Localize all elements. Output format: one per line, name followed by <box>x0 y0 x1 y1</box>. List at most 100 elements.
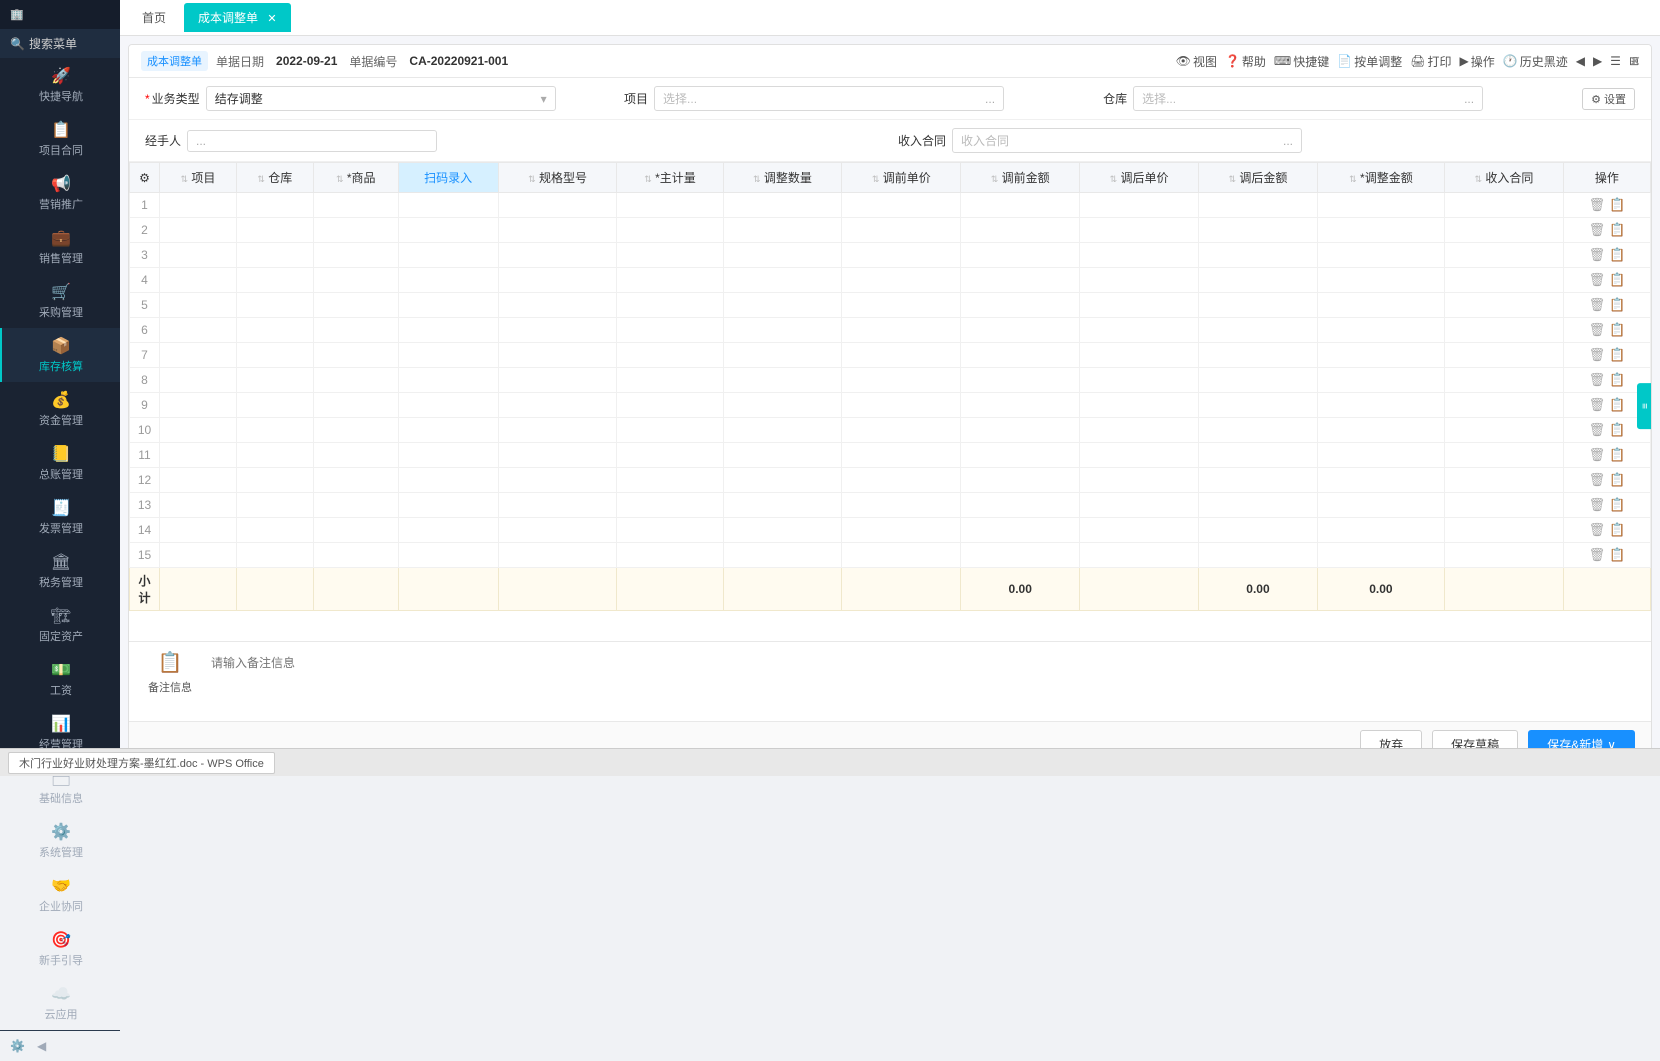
copy-icon-1[interactable]: 📋 <box>1609 197 1625 213</box>
col-project[interactable]: ⇅ 项目 <box>160 163 237 193</box>
handler-input[interactable]: ... <box>187 130 437 152</box>
cell-11-2[interactable] <box>236 443 313 468</box>
cell-13-9[interactable] <box>961 493 1080 518</box>
cell-5-1[interactable] <box>160 293 237 318</box>
cell-5-2[interactable] <box>236 293 313 318</box>
cell-3-2[interactable] <box>236 243 313 268</box>
col-settings[interactable]: ⚙ <box>130 163 160 193</box>
cell-2-11[interactable] <box>1199 218 1318 243</box>
cell-7-12[interactable] <box>1317 343 1444 368</box>
cell-15-4[interactable] <box>398 543 498 568</box>
cell-10-5[interactable] <box>498 418 617 443</box>
cell-9-5[interactable] <box>498 393 617 418</box>
cell-2-8[interactable] <box>842 218 961 243</box>
cell-13-3[interactable] <box>313 493 398 518</box>
delete-icon-11[interactable]: 🗑 <box>1589 447 1606 463</box>
copy-icon-15[interactable]: 📋 <box>1609 547 1625 563</box>
cell-14-2[interactable] <box>236 518 313 543</box>
col-post-amount[interactable]: ⇅ 调后金额 <box>1199 163 1318 193</box>
cell-2-10[interactable] <box>1080 218 1199 243</box>
cell-6-3[interactable] <box>313 318 398 343</box>
cell-2-4[interactable] <box>398 218 498 243</box>
cell-15-2[interactable] <box>236 543 313 568</box>
cell-2-12[interactable] <box>1317 218 1444 243</box>
cell-4-11[interactable] <box>1199 268 1318 293</box>
cell-2-13[interactable] <box>1444 218 1563 243</box>
delete-icon-13[interactable]: 🗑 <box>1589 497 1606 513</box>
cell-9-4[interactable] <box>398 393 498 418</box>
cell-4-2[interactable] <box>236 268 313 293</box>
cell-4-3[interactable] <box>313 268 398 293</box>
doc-close-btn[interactable]: ✕ <box>1629 53 1641 70</box>
cell-10-9[interactable] <box>961 418 1080 443</box>
cell-6-11[interactable] <box>1199 318 1318 343</box>
nav-prev[interactable]: ◀ <box>1576 54 1585 68</box>
cell-4-8[interactable] <box>842 268 961 293</box>
cell-8-13[interactable] <box>1444 368 1563 393</box>
cell-13-1[interactable] <box>160 493 237 518</box>
cell-4-4[interactable] <box>398 268 498 293</box>
project-input[interactable]: 选择... ... <box>654 86 1004 111</box>
cell-14-11[interactable] <box>1199 518 1318 543</box>
col-post-price[interactable]: ⇅ 调后单价 <box>1080 163 1199 193</box>
delete-icon-14[interactable]: 🗑 <box>1589 522 1606 538</box>
cell-11-8[interactable] <box>842 443 961 468</box>
cell-6-9[interactable] <box>961 318 1080 343</box>
cell-7-10[interactable] <box>1080 343 1199 368</box>
delete-icon-15[interactable]: 🗑 <box>1589 547 1606 563</box>
col-pre-price[interactable]: ⇅ 调前单价 <box>842 163 961 193</box>
sidebar-item-tax-mgmt[interactable]: 🏛税务管理 <box>0 544 120 598</box>
cell-1-13[interactable] <box>1444 193 1563 218</box>
sidebar-item-sales-mgmt[interactable]: 💼销售管理 <box>0 220 120 274</box>
delete-icon-1[interactable]: 🗑 <box>1589 197 1606 213</box>
cell-5-9[interactable] <box>961 293 1080 318</box>
cell-12-11[interactable] <box>1199 468 1318 493</box>
cell-9-6[interactable] <box>617 393 723 418</box>
cell-15-12[interactable] <box>1317 543 1444 568</box>
cell-12-12[interactable] <box>1317 468 1444 493</box>
cell-10-13[interactable] <box>1444 418 1563 443</box>
cell-13-2[interactable] <box>236 493 313 518</box>
delete-icon-8[interactable]: 🗑 <box>1589 372 1606 388</box>
tab-home[interactable]: 首页 <box>128 3 180 32</box>
copy-icon-3[interactable]: 📋 <box>1609 247 1625 263</box>
cell-11-1[interactable] <box>160 443 237 468</box>
cell-12-13[interactable] <box>1444 468 1563 493</box>
cell-8-6[interactable] <box>617 368 723 393</box>
cell-4-12[interactable] <box>1317 268 1444 293</box>
cell-6-6[interactable] <box>617 318 723 343</box>
cell-12-6[interactable] <box>617 468 723 493</box>
cell-7-11[interactable] <box>1199 343 1318 368</box>
income-contract-input[interactable]: 收入合同 ... <box>952 128 1302 153</box>
col-adjust-qty[interactable]: ⇅ 调整数量 <box>723 163 842 193</box>
cell-9-8[interactable] <box>842 393 961 418</box>
cell-5-5[interactable] <box>498 293 617 318</box>
cell-3-6[interactable] <box>617 243 723 268</box>
shortcut-action[interactable]: ⌨ 快捷键 <box>1274 53 1329 70</box>
tab-cost-adjust-close[interactable]: ✕ <box>267 13 276 25</box>
delete-icon-10[interactable]: 🗑 <box>1589 422 1606 438</box>
cell-3-12[interactable] <box>1317 243 1444 268</box>
cell-5-7[interactable] <box>723 293 842 318</box>
cell-13-12[interactable] <box>1317 493 1444 518</box>
cell-14-9[interactable] <box>961 518 1080 543</box>
sidebar-item-enterprise-coop[interactable]: 🤝企业协同 <box>0 868 120 922</box>
cell-3-3[interactable] <box>313 243 398 268</box>
cell-5-13[interactable] <box>1444 293 1563 318</box>
cell-11-10[interactable] <box>1080 443 1199 468</box>
delete-icon-2[interactable]: 🗑 <box>1589 222 1606 238</box>
delete-icon-4[interactable]: 🗑 <box>1589 272 1606 288</box>
cell-3-13[interactable] <box>1444 243 1563 268</box>
cell-11-9[interactable] <box>961 443 1080 468</box>
copy-icon-10[interactable]: 📋 <box>1609 422 1625 438</box>
cell-13-5[interactable] <box>498 493 617 518</box>
copy-icon-13[interactable]: 📋 <box>1609 497 1625 513</box>
sidebar-item-ledger-mgmt[interactable]: 📒总账管理 <box>0 436 120 490</box>
cell-8-10[interactable] <box>1080 368 1199 393</box>
cell-11-4[interactable] <box>398 443 498 468</box>
cell-12-10[interactable] <box>1080 468 1199 493</box>
cell-1-10[interactable] <box>1080 193 1199 218</box>
copy-icon-9[interactable]: 📋 <box>1609 397 1625 413</box>
sidebar-item-project-contract[interactable]: 📋项目合同 <box>0 112 120 166</box>
nav-next[interactable]: ▶ <box>1593 54 1602 68</box>
